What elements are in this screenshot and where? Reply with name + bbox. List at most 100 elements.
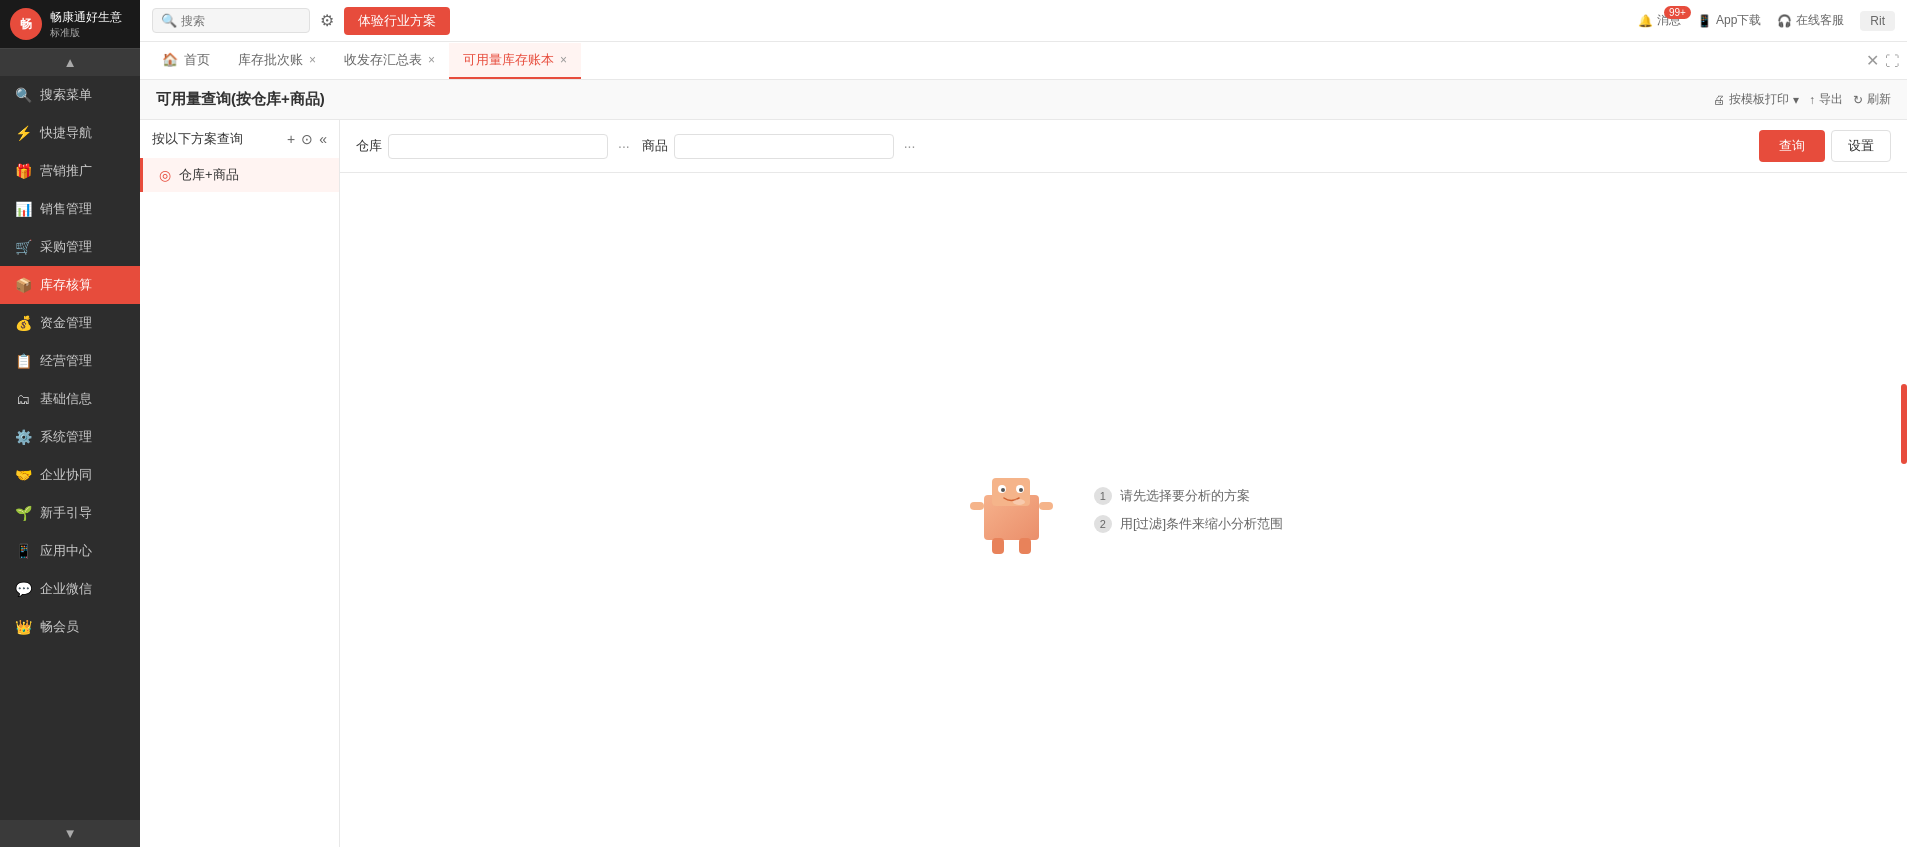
svg-point-5 xyxy=(1019,488,1023,492)
warehouse-filter-group: 仓库 ··· xyxy=(356,134,630,159)
sidebar-item-inventory[interactable]: 📦 库存核算 xyxy=(0,266,140,304)
topbar-right: 🔔 消息 99+ 📱 App下载 🎧 在线客服 Rit xyxy=(1638,11,1895,31)
sidebar-item-member[interactable]: 👑 畅会员 xyxy=(0,608,140,646)
sidebar-item-label: 搜索菜单 xyxy=(40,86,92,104)
app-center-icon: 📱 xyxy=(14,542,32,560)
refresh-label: 刷新 xyxy=(1867,91,1891,108)
add-scheme-button[interactable]: + xyxy=(287,131,295,147)
sidebar-item-label: 基础信息 xyxy=(40,390,92,408)
sidebar-scroll-down[interactable]: ▼ xyxy=(0,820,140,847)
sidebar-title: 畅康通好生意 xyxy=(50,9,122,26)
sidebar-item-basic[interactable]: 🗂 基础信息 xyxy=(0,380,140,418)
tab-home[interactable]: 🏠 首页 xyxy=(148,43,224,79)
sidebar-item-purchase[interactable]: 🛒 采购管理 xyxy=(0,228,140,266)
refresh-button[interactable]: ↻ 刷新 xyxy=(1853,91,1891,108)
sidebar-item-label: 畅会员 xyxy=(40,618,79,636)
sidebar-item-newbie[interactable]: 🌱 新手引导 xyxy=(0,494,140,532)
user-menu[interactable]: Rit xyxy=(1860,11,1895,31)
printer-icon: 🖨 xyxy=(1713,93,1725,107)
sidebar-item-label: 企业微信 xyxy=(40,580,92,598)
right-scrollbar xyxy=(1901,384,1907,464)
sidebar-item-marketing[interactable]: 🎁 营销推广 xyxy=(0,152,140,190)
sidebar-item-app-center[interactable]: 📱 应用中心 xyxy=(0,532,140,570)
user-label: Rit xyxy=(1870,14,1885,28)
sidebar-item-label: 营销推广 xyxy=(40,162,92,180)
notice-icon: 🔔 xyxy=(1638,14,1653,28)
query-button[interactable]: 查询 xyxy=(1759,130,1825,162)
system-icon: ⚙️ xyxy=(14,428,32,446)
expand-tab-button[interactable]: ⛶ xyxy=(1885,53,1899,69)
sidebar-item-label: 快捷导航 xyxy=(40,124,92,142)
warehouse-label: 仓库 xyxy=(356,137,382,155)
page-actions: 🖨 按模板打印 ▾ ↑ 导出 ↻ 刷新 xyxy=(1713,91,1891,108)
refresh-icon: ↻ xyxy=(1853,93,1863,107)
operation-icon: 📋 xyxy=(14,352,32,370)
tab-available-stock-close[interactable]: × xyxy=(560,53,567,67)
print-template-button[interactable]: 🖨 按模板打印 ▾ xyxy=(1713,91,1799,108)
topbar: 🔍 ⚙ 体验行业方案 🔔 消息 99+ 📱 App下载 🎧 在线客服 Rit xyxy=(140,0,1907,42)
page-title: 可用量查询(按仓库+商品) xyxy=(156,90,325,109)
sidebar-item-search[interactable]: 🔍 搜索菜单 xyxy=(0,76,140,114)
scheme-label: 仓库+商品 xyxy=(179,166,239,184)
tab-receipt-summary-close[interactable]: × xyxy=(428,53,435,67)
topbar-search-input[interactable] xyxy=(181,14,301,28)
sidebar-scroll-up[interactable]: ▲ xyxy=(0,49,140,76)
tab-batch-account-close[interactable]: × xyxy=(309,53,316,67)
sidebar-item-label: 资金管理 xyxy=(40,314,92,332)
svg-rect-7 xyxy=(1039,502,1053,510)
export-button[interactable]: ↑ 导出 xyxy=(1809,91,1843,108)
sidebar-item-wechat[interactable]: 💬 企业微信 xyxy=(0,570,140,608)
tab-receipt-summary[interactable]: 收发存汇总表 × xyxy=(330,43,449,79)
left-panel-actions: + ⊙ « xyxy=(287,131,327,147)
basic-icon: 🗂 xyxy=(14,390,32,408)
goods-more-icon[interactable]: ··· xyxy=(904,138,916,154)
sidebar-item-label: 库存核算 xyxy=(40,276,92,294)
chart-icon: 📊 xyxy=(14,200,32,218)
sidebar-item-label: 采购管理 xyxy=(40,238,92,256)
tip-num-1: 1 xyxy=(1094,487,1112,505)
goods-input[interactable] xyxy=(674,134,894,159)
scheme-item-warehouse-goods[interactable]: ◎ 仓库+商品 xyxy=(140,158,339,192)
sidebar-header: 畅 畅康通好生意 标准版 xyxy=(0,0,140,49)
svg-point-4 xyxy=(1001,488,1005,492)
quick-nav-icon: ⚡ xyxy=(14,124,32,142)
tab-batch-account[interactable]: 库存批次账 × xyxy=(224,43,330,79)
sidebar: 畅 畅康通好生意 标准版 ▲ 🔍 搜索菜单 ⚡ 快捷导航 🎁 营销推广 📊 销售… xyxy=(0,0,140,847)
filter-row: 仓库 ··· 商品 ··· 查询 设置 xyxy=(340,120,1907,173)
sidebar-item-operation[interactable]: 📋 经营管理 xyxy=(0,342,140,380)
tab-available-stock-label: 可用量库存账本 xyxy=(463,51,554,69)
table-settings-button[interactable]: 设置 xyxy=(1831,130,1891,162)
inventory-icon: 📦 xyxy=(14,276,32,294)
sidebar-item-quick-nav[interactable]: ⚡ 快捷导航 xyxy=(0,114,140,152)
right-panel: 仓库 ··· 商品 ··· 查询 设置 xyxy=(340,120,1907,847)
sidebar-item-finance[interactable]: 💰 资金管理 xyxy=(0,304,140,342)
tip-text-2: 用[过滤]条件来缩小分析范围 xyxy=(1120,515,1283,533)
gear-icon[interactable]: ⚙ xyxy=(320,11,334,30)
sidebar-item-corp[interactable]: 🤝 企业协同 xyxy=(0,456,140,494)
tabbar-actions: ✕ ⛶ xyxy=(1866,51,1899,70)
member-icon: 👑 xyxy=(14,618,32,636)
tab-available-stock[interactable]: 可用量库存账本 × xyxy=(449,43,581,79)
scheme-settings-button[interactable]: ⊙ xyxy=(301,131,313,147)
left-panel-title: 按以下方案查询 xyxy=(152,130,243,148)
collapse-panel-button[interactable]: « xyxy=(319,131,327,147)
online-service-button[interactable]: 🎧 在线客服 xyxy=(1777,12,1844,29)
warehouse-more-icon[interactable]: ··· xyxy=(618,138,630,154)
close-all-tabs-button[interactable]: ✕ xyxy=(1866,51,1879,70)
tip-text-1: 请先选择要分析的方案 xyxy=(1120,487,1250,505)
cart-icon: 🛒 xyxy=(14,238,32,256)
industry-solution-button[interactable]: 体验行业方案 xyxy=(344,7,450,35)
topbar-search-icon: 🔍 xyxy=(161,13,177,28)
sidebar-item-system[interactable]: ⚙️ 系统管理 xyxy=(0,418,140,456)
svg-point-10 xyxy=(1013,499,1025,505)
newbie-icon: 🌱 xyxy=(14,504,32,522)
empty-tip-1: 1 请先选择要分析的方案 xyxy=(1094,487,1283,505)
app-download-button[interactable]: 📱 App下载 xyxy=(1697,12,1761,29)
finance-icon: 💰 xyxy=(14,314,32,332)
notice-button[interactable]: 🔔 消息 99+ xyxy=(1638,12,1681,29)
sidebar-item-sales[interactable]: 📊 销售管理 xyxy=(0,190,140,228)
page-header: 可用量查询(按仓库+商品) 🖨 按模板打印 ▾ ↑ 导出 ↻ 刷新 xyxy=(140,80,1907,120)
sidebar-logo: 畅 xyxy=(10,8,42,40)
dropdown-arrow-icon: ▾ xyxy=(1793,93,1799,107)
warehouse-input[interactable] xyxy=(388,134,608,159)
